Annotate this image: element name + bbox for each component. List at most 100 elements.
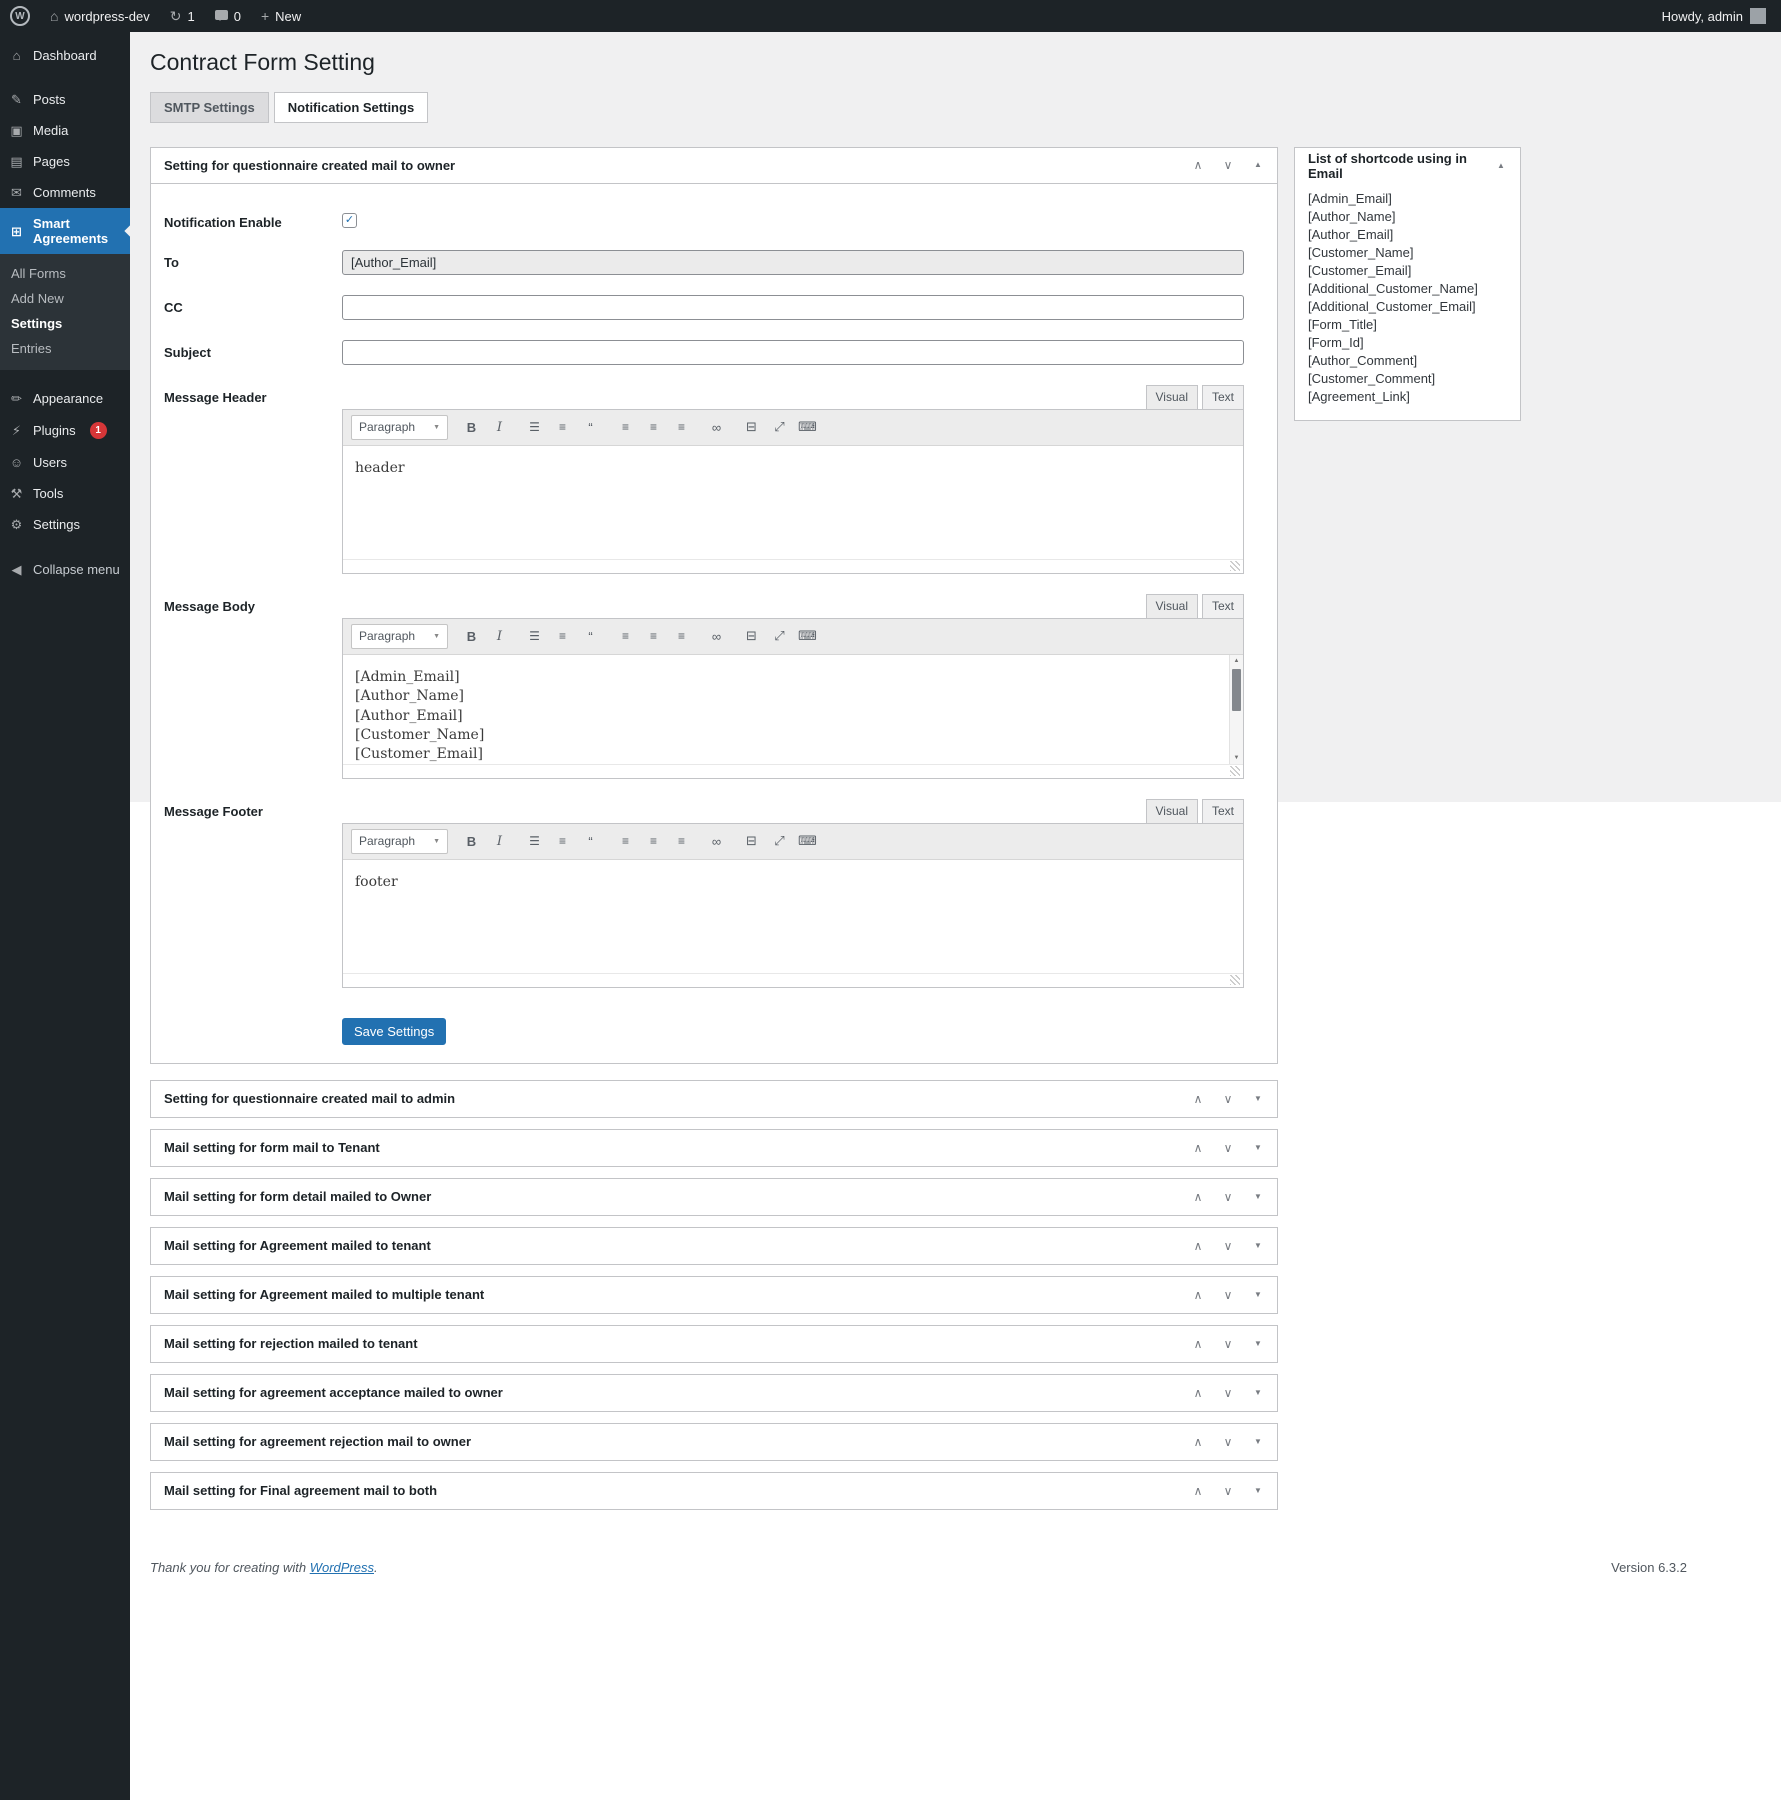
save-settings-button[interactable]: Save Settings xyxy=(342,1017,447,1045)
collapse-toggle-icon[interactable]: ▼ xyxy=(1243,1133,1273,1163)
readmore-button[interactable]: ⊟ xyxy=(738,624,765,649)
blockquote-button[interactable]: “ xyxy=(577,415,604,440)
sidebar-item-smart-agreements[interactable]: ⊞ Smart Agreements xyxy=(0,208,136,254)
align-center-button[interactable]: ≡ xyxy=(640,415,667,440)
collapse-toggle-icon[interactable]: ▼ xyxy=(1243,1231,1273,1261)
align-right-button[interactable]: ≡ xyxy=(668,624,695,649)
collapse-toggle-icon[interactable]: ▼ xyxy=(1243,1329,1273,1359)
text-tab-button[interactable]: Text xyxy=(1201,593,1244,618)
italic-button[interactable]: I xyxy=(486,624,513,649)
numbered-list-button[interactable]: ≡ xyxy=(549,624,576,649)
bold-button[interactable]: B xyxy=(458,829,485,854)
move-down-icon[interactable]: ∨ xyxy=(1213,150,1243,180)
bold-button[interactable]: B xyxy=(458,624,485,649)
panel-header[interactable]: Mail setting for Agreement mailed to ten… xyxy=(151,1228,1277,1264)
toolbar-toggle-button[interactable]: ⌨ xyxy=(794,624,821,649)
submenu-item-all-forms[interactable]: All Forms xyxy=(0,261,130,286)
align-right-button[interactable]: ≡ xyxy=(668,829,695,854)
toolbar-toggle-button[interactable]: ⌨ xyxy=(794,829,821,854)
site-name-menu[interactable]: ⌂ wordpress-dev xyxy=(40,0,160,32)
move-up-icon[interactable]: ∧ xyxy=(1183,1476,1213,1506)
message-body-content[interactable]: [Admin_Email] [Author_Name] [Author_Emai… xyxy=(343,654,1243,764)
scrollbar-thumb[interactable] xyxy=(1232,668,1241,711)
collapse-toggle-icon[interactable]: ▼ xyxy=(1243,1084,1273,1114)
submenu-item-settings[interactable]: Settings xyxy=(0,311,130,336)
resize-handle-icon[interactable] xyxy=(1230,560,1240,571)
submenu-item-add-new[interactable]: Add New xyxy=(0,286,130,311)
move-down-icon[interactable]: ∨ xyxy=(1213,1084,1243,1114)
sidebar-item-media[interactable]: ▣ Media xyxy=(0,115,130,146)
collapse-toggle-icon[interactable]: ▼ xyxy=(1243,1427,1273,1457)
bulleted-list-button[interactable]: ☰ xyxy=(521,415,548,440)
shortcode-box-header[interactable]: List of shortcode using in Email ▲ xyxy=(1295,148,1520,184)
resize-handle-icon[interactable] xyxy=(1230,765,1240,776)
bulleted-list-button[interactable]: ☰ xyxy=(521,829,548,854)
move-up-icon[interactable]: ∧ xyxy=(1183,1427,1213,1457)
move-down-icon[interactable]: ∨ xyxy=(1213,1280,1243,1310)
move-up-icon[interactable]: ∧ xyxy=(1183,1231,1213,1261)
panel-header[interactable]: Setting for questionnaire created mail t… xyxy=(151,148,1277,184)
scroll-up-icon[interactable]: ▲ xyxy=(1230,657,1243,665)
readmore-button[interactable]: ⊟ xyxy=(738,415,765,440)
wordpress-link[interactable]: WordPress xyxy=(310,1560,374,1575)
visual-tab-button[interactable]: Visual xyxy=(1145,384,1198,409)
subject-input[interactable] xyxy=(342,339,1244,365)
readmore-button[interactable]: ⊟ xyxy=(738,829,765,854)
wordpress-logo-menu[interactable]: W xyxy=(0,0,40,32)
tab-smtp-settings[interactable]: SMTP Settings xyxy=(150,91,269,123)
avatar[interactable] xyxy=(1750,8,1766,24)
submenu-item-entries[interactable]: Entries xyxy=(0,336,130,361)
scroll-down-icon[interactable]: ▼ xyxy=(1230,754,1243,762)
link-button[interactable]: ∞ xyxy=(703,415,730,440)
move-down-icon[interactable]: ∨ xyxy=(1213,1476,1243,1506)
move-up-icon[interactable]: ∧ xyxy=(1183,1378,1213,1408)
move-up-icon[interactable]: ∧ xyxy=(1183,1084,1213,1114)
scrollbar[interactable]: ▲ ▼ xyxy=(1229,654,1243,764)
move-down-icon[interactable]: ∨ xyxy=(1213,1378,1243,1408)
sidebar-item-users[interactable]: ☺ Users xyxy=(0,447,130,478)
numbered-list-button[interactable]: ≡ xyxy=(549,829,576,854)
panel-header[interactable]: Mail setting for agreement acceptance ma… xyxy=(151,1375,1277,1411)
link-button[interactable]: ∞ xyxy=(703,829,730,854)
sidebar-item-tools[interactable]: ⚒ Tools xyxy=(0,478,130,509)
text-tab-button[interactable]: Text xyxy=(1201,798,1244,823)
panel-header[interactable]: Mail setting for agreement rejection mai… xyxy=(151,1424,1277,1460)
fullscreen-button[interactable]: ⤢ xyxy=(766,415,793,440)
collapse-menu-button[interactable]: ◀ Collapse menu xyxy=(0,554,130,585)
move-up-icon[interactable]: ∧ xyxy=(1183,1329,1213,1359)
align-center-button[interactable]: ≡ xyxy=(640,624,667,649)
panel-header[interactable]: Setting for questionnaire created mail t… xyxy=(151,1081,1277,1117)
align-center-button[interactable]: ≡ xyxy=(640,829,667,854)
panel-header[interactable]: Mail setting for form detail mailed to O… xyxy=(151,1179,1277,1215)
text-tab-button[interactable]: Text xyxy=(1201,384,1244,409)
collapse-toggle-icon[interactable]: ▼ xyxy=(1243,1280,1273,1310)
italic-button[interactable]: I xyxy=(486,829,513,854)
visual-tab-button[interactable]: Visual xyxy=(1145,593,1198,618)
align-right-button[interactable]: ≡ xyxy=(668,415,695,440)
comments-menu[interactable]: 0 xyxy=(205,0,251,32)
bulleted-list-button[interactable]: ☰ xyxy=(521,624,548,649)
paragraph-dropdown[interactable]: Paragraph ▼ xyxy=(351,828,448,854)
move-down-icon[interactable]: ∨ xyxy=(1213,1133,1243,1163)
paragraph-dropdown[interactable]: Paragraph ▼ xyxy=(351,414,448,440)
sidebar-item-appearance[interactable]: ✏ Appearance xyxy=(0,383,130,414)
sidebar-item-pages[interactable]: ▤ Pages xyxy=(0,146,130,177)
numbered-list-button[interactable]: ≡ xyxy=(549,415,576,440)
message-header-content[interactable]: header xyxy=(343,445,1243,559)
move-down-icon[interactable]: ∨ xyxy=(1213,1329,1243,1359)
move-up-icon[interactable]: ∧ xyxy=(1183,1280,1213,1310)
paragraph-dropdown[interactable]: Paragraph ▼ xyxy=(351,623,448,649)
collapse-toggle-icon[interactable]: ▲ xyxy=(1486,151,1516,181)
visual-tab-button[interactable]: Visual xyxy=(1145,798,1198,823)
align-left-button[interactable]: ≡ xyxy=(612,624,639,649)
italic-button[interactable]: I xyxy=(486,415,513,440)
align-left-button[interactable]: ≡ xyxy=(612,415,639,440)
panel-header[interactable]: Mail setting for Agreement mailed to mul… xyxy=(151,1277,1277,1313)
sidebar-item-settings[interactable]: ⚙ Settings xyxy=(0,509,130,540)
blockquote-button[interactable]: “ xyxy=(577,624,604,649)
resize-handle-icon[interactable] xyxy=(1230,974,1240,985)
collapse-toggle-icon[interactable]: ▼ xyxy=(1243,1182,1273,1212)
sidebar-item-posts[interactable]: ✎ Posts xyxy=(0,84,130,115)
panel-header[interactable]: Mail setting for rejection mailed to ten… xyxy=(151,1326,1277,1362)
collapse-toggle-icon[interactable]: ▲ xyxy=(1243,150,1273,180)
